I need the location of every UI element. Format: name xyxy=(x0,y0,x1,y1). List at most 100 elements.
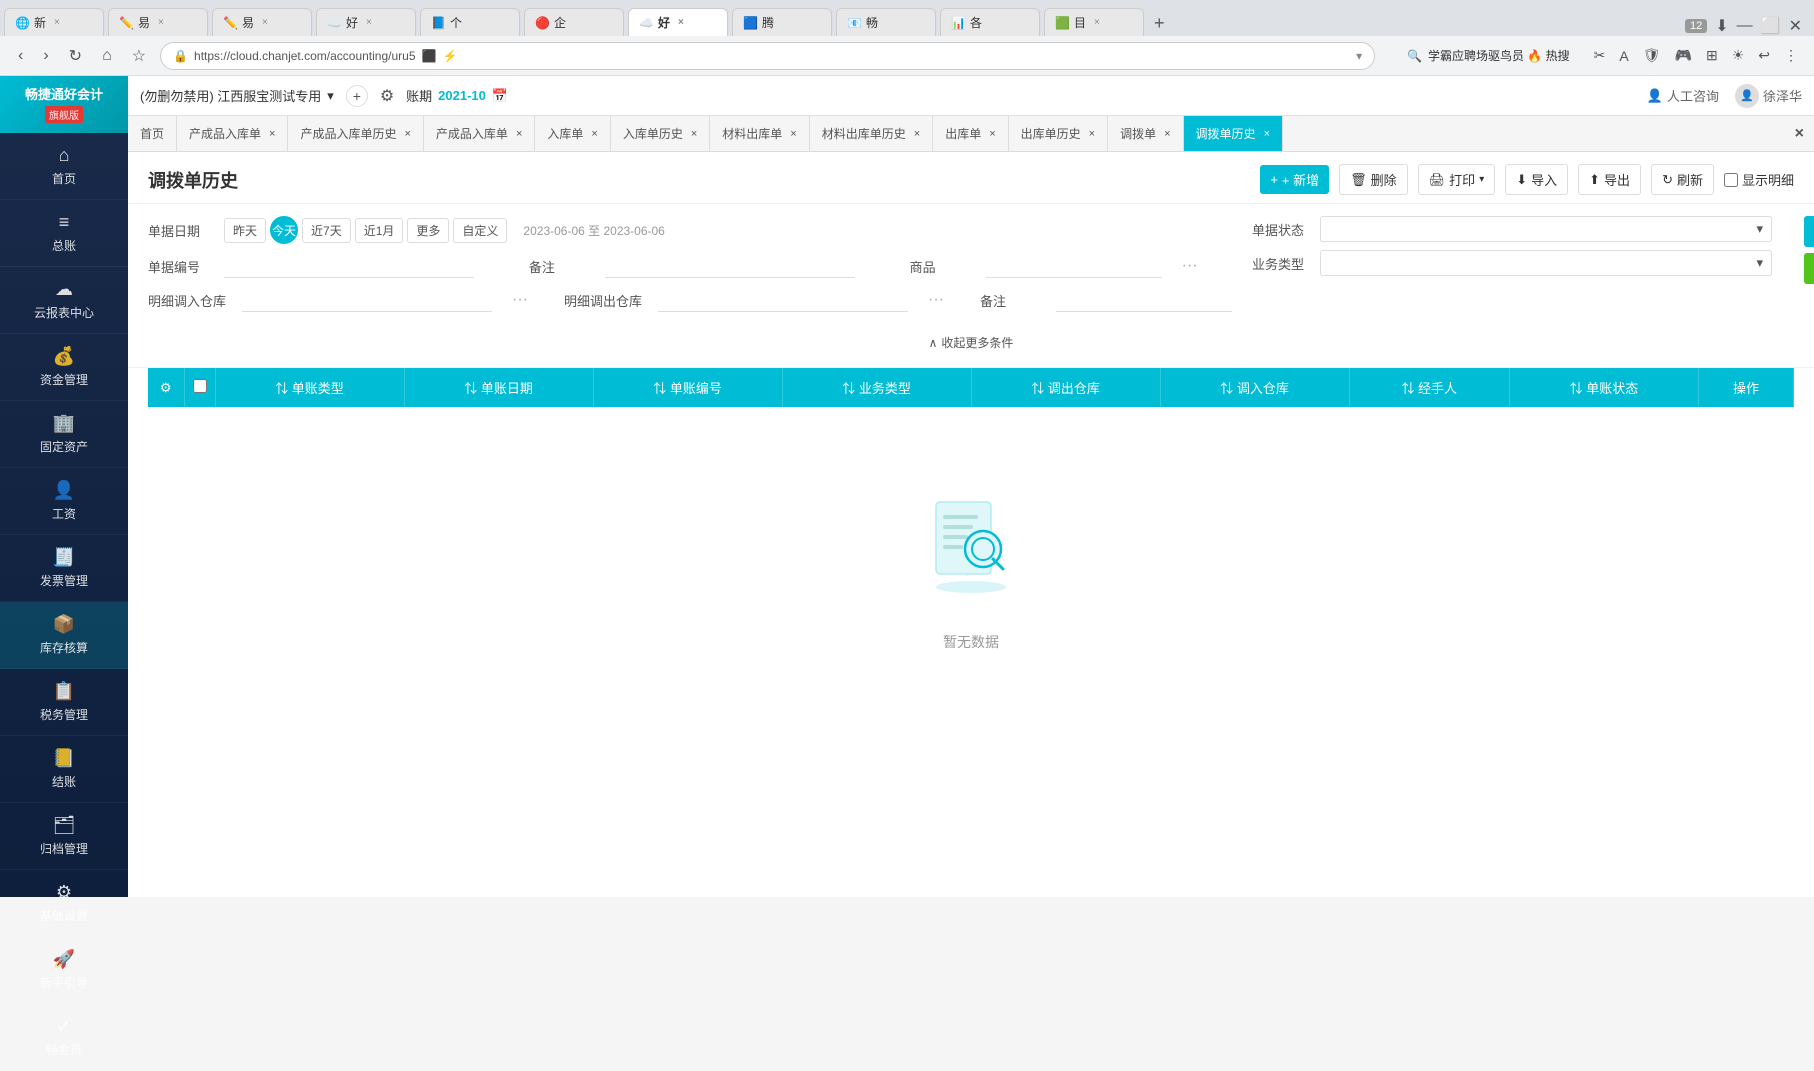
browser-tab-7[interactable]: ☁️ 好 × xyxy=(628,8,728,36)
close-icon[interactable]: ✕ xyxy=(1789,16,1802,36)
translate-icon[interactable]: A xyxy=(1615,43,1632,68)
sidebar-item-tax[interactable]: 📋 税务管理 xyxy=(0,669,128,736)
sidebar-item-settings[interactable]: ⚙ 基础设置 xyxy=(0,870,128,937)
theme-icon[interactable]: ☀ xyxy=(1728,43,1749,68)
docnum-input[interactable] xyxy=(224,254,474,278)
goods-input[interactable] xyxy=(986,254,1162,278)
tab7-close[interactable]: × xyxy=(678,17,684,28)
sidebar-item-home[interactable]: ⌂ 首页 xyxy=(0,133,128,200)
browser-tab-1[interactable]: 🌐 新 × xyxy=(4,8,104,36)
remark2-input[interactable] xyxy=(1056,288,1232,312)
sidebar-item-cloud-report[interactable]: ☁ 云报表中心 xyxy=(0,267,128,334)
col-in-warehouse[interactable]: ⇅ 调入仓库 xyxy=(1160,368,1349,407)
minimize-icon[interactable]: — xyxy=(1737,17,1753,35)
user-menu[interactable]: 👤 徐泽华 xyxy=(1735,84,1802,108)
browser-tab-2[interactable]: ✏️ 易 × xyxy=(108,8,208,36)
page-tab-7-close[interactable]: × xyxy=(914,128,920,140)
print-button[interactable]: 🖨 打印 ▾ xyxy=(1418,164,1496,195)
detail-out-more-icon[interactable]: ··· xyxy=(924,291,948,309)
browser-tab-9[interactable]: 📧 畅 xyxy=(836,8,936,36)
maximize-icon[interactable]: ⬜ xyxy=(1761,16,1781,36)
select-all-checkbox[interactable] xyxy=(193,379,207,393)
undo-icon[interactable]: ↩ xyxy=(1754,43,1774,68)
extension1-icon[interactable]: 🛡 xyxy=(1639,43,1665,68)
tab1-close[interactable]: × xyxy=(54,17,60,28)
tab3-close[interactable]: × xyxy=(262,17,268,28)
page-tab-4[interactable]: 入库单 × xyxy=(535,116,610,152)
page-tab-1-close[interactable]: × xyxy=(269,128,275,140)
calendar-icon[interactable]: 📅 xyxy=(492,88,508,104)
browser-tab-6[interactable]: 🔴 企 xyxy=(524,8,624,36)
page-tab-7[interactable]: 材料出库单历史 × xyxy=(810,116,933,152)
new-tab-button[interactable]: + xyxy=(1148,13,1171,34)
page-tab-2-close[interactable]: × xyxy=(404,128,410,140)
today-btn[interactable]: 今天 xyxy=(270,216,298,244)
biztype-select[interactable]: ▾ xyxy=(1320,250,1772,276)
browser-tab-5[interactable]: 📘 个 xyxy=(420,8,520,36)
page-tab-3[interactable]: 产成品入库单 × xyxy=(424,116,535,152)
page-tab-8[interactable]: 出库单 × xyxy=(933,116,1008,152)
page-tab-1[interactable]: 产成品入库单 × xyxy=(177,116,288,152)
browser-tab-10[interactable]: 📊 各 xyxy=(940,8,1040,36)
sidebar-item-ledger[interactable]: ≡ 总账 xyxy=(0,200,128,267)
show-detail-input[interactable] xyxy=(1724,173,1738,187)
add-button[interactable]: + + 新增 xyxy=(1260,165,1329,194)
bookmark-button[interactable]: ☆ xyxy=(126,42,152,70)
detail-in-input[interactable] xyxy=(242,288,492,312)
page-tab-9[interactable]: 出库单历史 × xyxy=(1009,116,1108,152)
page-tab-4-close[interactable]: × xyxy=(591,128,597,140)
tab2-close[interactable]: × xyxy=(158,17,164,28)
week-btn[interactable]: 近7天 xyxy=(302,218,351,243)
menu-icon[interactable]: ⋮ xyxy=(1780,43,1802,68)
back-button[interactable]: ‹ xyxy=(12,43,29,69)
service-button[interactable]: 👤 人工咨询 xyxy=(1647,86,1719,105)
page-tab-3-close[interactable]: × xyxy=(516,128,522,140)
page-tab-9-close[interactable]: × xyxy=(1089,128,1095,140)
extension2-icon[interactable]: 🎮 xyxy=(1671,43,1696,68)
add-company-button[interactable]: + xyxy=(346,85,368,107)
settings-company-button[interactable]: ⚙ xyxy=(380,86,394,106)
page-tab-11[interactable]: 调拨单历史 × xyxy=(1184,116,1283,152)
close-all-tabs[interactable]: × xyxy=(1785,125,1814,143)
page-tab-10-close[interactable]: × xyxy=(1164,128,1170,140)
detail-in-more-icon[interactable]: ··· xyxy=(508,291,532,309)
browser-tab-3[interactable]: ✏️ 易 × xyxy=(212,8,312,36)
reload-button[interactable]: ↻ xyxy=(63,42,88,70)
sidebar-item-wages[interactable]: 👤 工资 xyxy=(0,468,128,535)
tab4-close[interactable]: × xyxy=(366,17,372,28)
url-bar[interactable]: 🔒 https://cloud.chanjet.com/accounting/u… xyxy=(160,42,1375,70)
gear-header[interactable]: ⚙ xyxy=(148,368,184,407)
forward-button[interactable]: › xyxy=(37,43,54,69)
detail-out-input[interactable] xyxy=(658,288,908,312)
col-num[interactable]: ⇅ 单账编号 xyxy=(593,368,782,407)
sidebar-item-invoice[interactable]: 🧾 发票管理 xyxy=(0,535,128,602)
query-button[interactable]: 查询 xyxy=(1804,216,1814,247)
home-button[interactable]: ⌂ xyxy=(96,43,118,69)
tab11-close[interactable]: × xyxy=(1094,17,1100,28)
page-tab-11-close[interactable]: × xyxy=(1264,128,1270,140)
remark-input[interactable] xyxy=(605,254,855,278)
browser-tab-11[interactable]: 🟩 目 × xyxy=(1044,8,1144,36)
collapse-button[interactable]: ∧ 收起更多条件 xyxy=(925,330,1018,355)
browser-tab-4[interactable]: ☁️ 好 × xyxy=(316,8,416,36)
browser-tab-8[interactable]: 🟦 腾 xyxy=(732,8,832,36)
status-select[interactable]: ▾ xyxy=(1320,216,1772,242)
page-tab-6-close[interactable]: × xyxy=(790,128,796,140)
refresh-button[interactable]: ↻ 刷新 xyxy=(1651,164,1714,195)
dropdown-icon[interactable]: ▾ xyxy=(1356,49,1362,63)
checkbox-header[interactable] xyxy=(184,368,215,407)
page-tab-home[interactable]: 首页 xyxy=(128,116,177,152)
month-btn[interactable]: 近1月 xyxy=(355,218,404,243)
company-selector[interactable]: (勿删勿禁用) 江西服宝测试专用 ▾ xyxy=(140,86,334,105)
col-biztype[interactable]: ⇅ 业务类型 xyxy=(782,368,971,407)
page-tab-5-close[interactable]: × xyxy=(691,128,697,140)
import-button[interactable]: ⬇ 导入 xyxy=(1505,164,1568,195)
col-status[interactable]: ⇅ 单账状态 xyxy=(1509,368,1698,407)
page-tab-6[interactable]: 材料出库单 × xyxy=(710,116,809,152)
export-button[interactable]: ⬆ 导出 xyxy=(1578,164,1641,195)
page-tab-10[interactable]: 调拨单 × xyxy=(1108,116,1183,152)
page-tab-2[interactable]: 产成品入库单历史 × xyxy=(288,116,423,152)
col-type[interactable]: ⇅ 单账类型 xyxy=(215,368,404,407)
show-detail-checkbox[interactable]: 显示明细 xyxy=(1724,170,1794,189)
delete-button[interactable]: 🗑 删除 xyxy=(1339,164,1408,195)
